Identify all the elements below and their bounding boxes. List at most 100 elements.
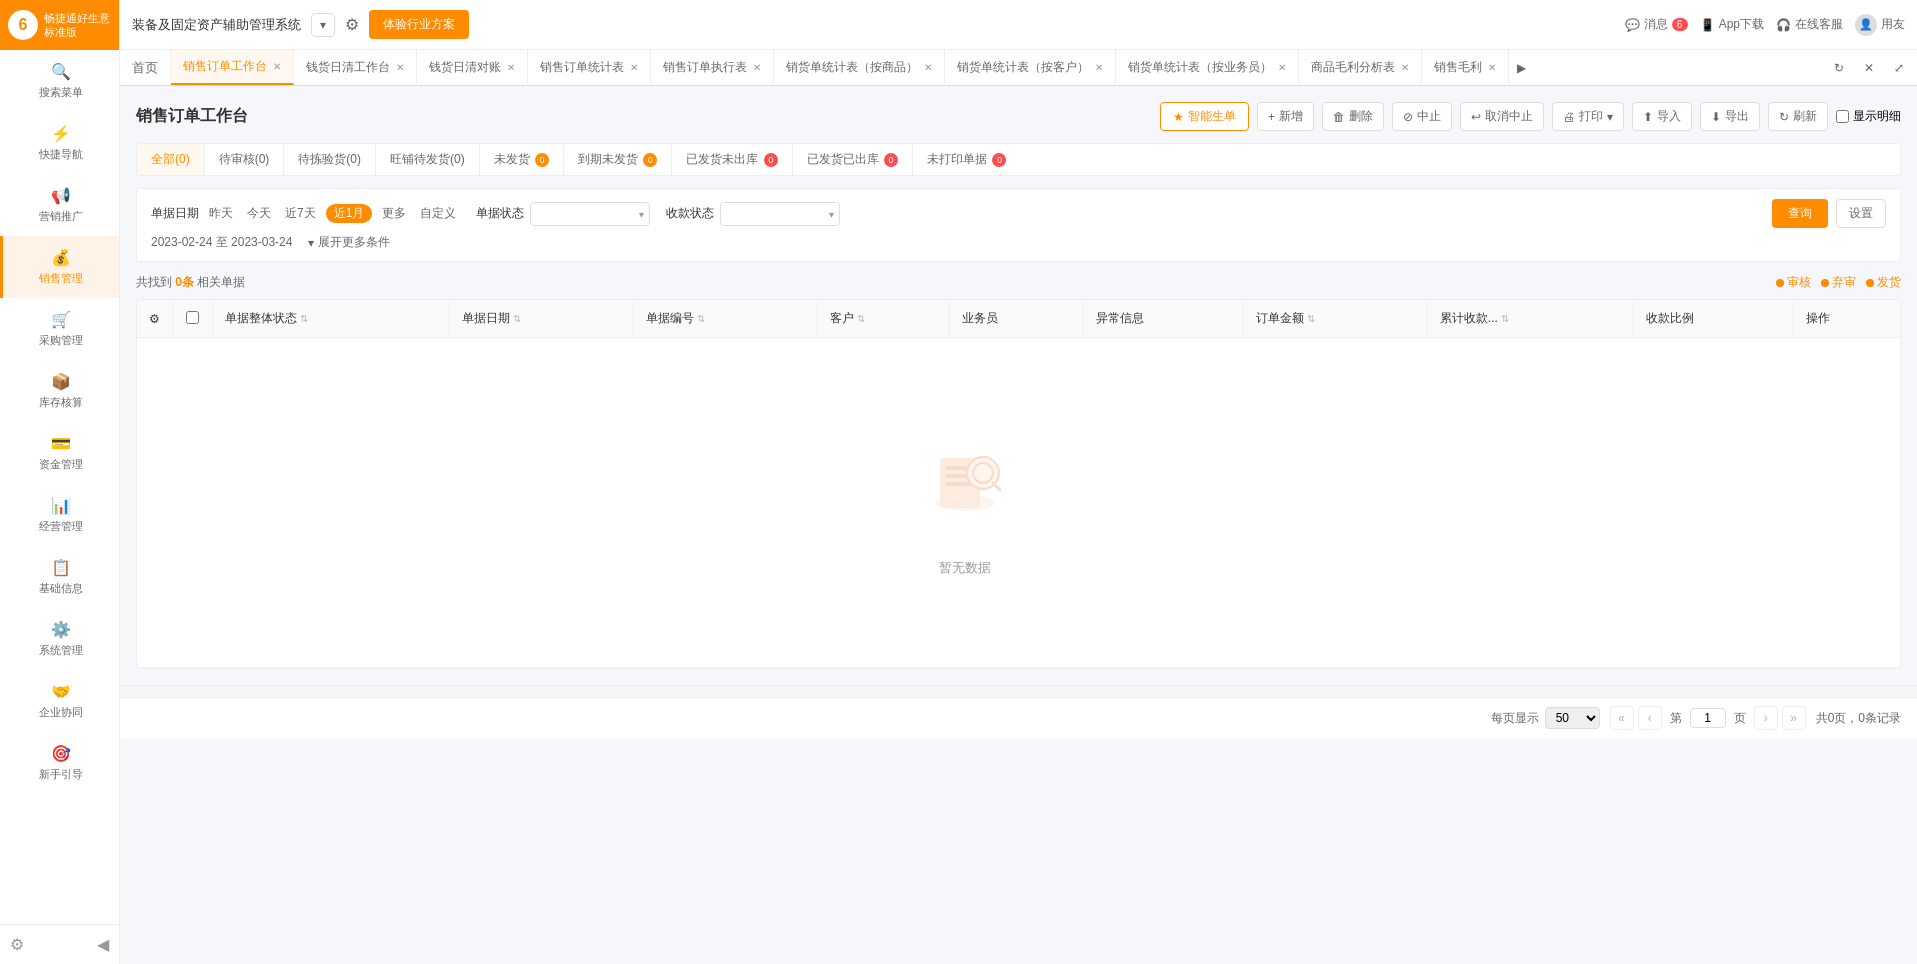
tab-refresh-btn[interactable]: ↻ — [1825, 54, 1853, 82]
date-opt-custom[interactable]: 自定义 — [416, 203, 460, 224]
import-btn[interactable]: ⬆ 导入 — [1632, 102, 1692, 131]
settings-col-icon[interactable]: ⚙ — [149, 312, 160, 326]
tab-close-by-product[interactable]: ✕ — [924, 62, 932, 73]
experience-btn[interactable]: 体验行业方案 — [369, 10, 469, 39]
tab-cash-reconcile[interactable]: 钱货日清对账 ✕ — [417, 50, 528, 85]
sidebar-item-basic-info[interactable]: 📋 基础信息 — [0, 546, 119, 608]
message-action[interactable]: 💬 消息 6 — [1625, 16, 1688, 33]
cancel-stop-btn[interactable]: ↩ 取消中止 — [1460, 102, 1544, 131]
tab-close-sales-order[interactable]: ✕ — [273, 61, 281, 72]
tab-close-sales-exec[interactable]: ✕ — [753, 62, 761, 73]
date-opt-today[interactable]: 今天 — [243, 203, 275, 224]
expand-filter-btn[interactable]: ▾ 展开更多条件 — [308, 234, 390, 251]
tab-cash-daily[interactable]: 钱货日清工作台 ✕ — [294, 50, 417, 85]
export-btn[interactable]: ⬇ 导出 — [1700, 102, 1760, 131]
show-detail-checkbox-wrapper[interactable]: 显示明细 — [1836, 108, 1901, 125]
tab-close-sales-stats[interactable]: ✕ — [630, 62, 638, 73]
refresh-btn[interactable]: ↻ 刷新 — [1768, 102, 1828, 131]
sidebar-item-quick-nav[interactable]: ⚡ 快捷导航 — [0, 112, 119, 174]
stop-btn[interactable]: ⊘ 中止 — [1392, 102, 1452, 131]
prev-page-btn[interactable]: ‹ — [1638, 706, 1662, 730]
sort-number[interactable]: 单据编号 ⇅ — [646, 310, 805, 327]
sort-customer[interactable]: 客户 ⇅ — [830, 310, 937, 327]
sort-date[interactable]: 单据日期 ⇅ — [462, 310, 621, 327]
sidebar-item-search[interactable]: 🔍 搜索菜单 — [0, 50, 119, 112]
horizontal-scrollbar[interactable] — [120, 685, 1917, 697]
tab-sales-order[interactable]: 销售订单工作台 ✕ — [171, 50, 294, 85]
tab-close-profit[interactable]: ✕ — [1401, 62, 1409, 73]
sidebar-item-finance[interactable]: 💳 资金管理 — [0, 422, 119, 484]
sub-tab-pending-review[interactable]: 待审核(0) — [205, 144, 285, 175]
next-page-btn[interactable]: › — [1754, 706, 1778, 730]
sub-tab-expired[interactable]: 到期未发货 0 — [564, 144, 672, 175]
tab-sales-by-product[interactable]: 销货单统计表（按商品） ✕ — [774, 50, 945, 85]
date-opt-1month[interactable]: 近1月 — [326, 204, 373, 223]
sidebar-item-marketing[interactable]: 📢 营销推广 — [0, 174, 119, 236]
sub-tab-wangpu[interactable]: 旺铺待发货(0) — [376, 144, 480, 175]
system-dropdown[interactable]: ▾ — [311, 13, 335, 37]
page-number-input[interactable] — [1690, 708, 1726, 728]
select-all-checkbox[interactable] — [186, 311, 199, 324]
export-label: 导出 — [1725, 108, 1749, 125]
payment-select[interactable] — [720, 202, 840, 226]
show-detail-checkbox[interactable] — [1836, 110, 1849, 123]
tab-sales-by-customer[interactable]: 销货单统计表（按客户） ✕ — [945, 50, 1116, 85]
tab-close-cash-reconcile[interactable]: ✕ — [507, 62, 515, 73]
sidebar-item-purchase[interactable]: 🛒 采购管理 — [0, 298, 119, 360]
sub-tab-shipped-out[interactable]: 已发货已出库 0 — [793, 144, 913, 175]
sort-status[interactable]: 单据整体状态 ⇅ — [225, 310, 437, 327]
date-opt-7days[interactable]: 近7天 — [281, 203, 320, 224]
sidebar-item-sales[interactable]: 💰 销售管理 — [0, 236, 119, 298]
sidebar-item-system[interactable]: ⚙️ 系统管理 — [0, 608, 119, 670]
tab-more-btn[interactable]: ▶ — [1509, 50, 1534, 85]
cancel-review-action-btn[interactable]: 弃审 — [1821, 274, 1856, 291]
tab-profit-analysis[interactable]: 商品毛利分析表 ✕ — [1299, 50, 1422, 85]
print-btn[interactable]: 🖨 打印 ▾ — [1552, 102, 1624, 131]
sort-amount[interactable]: 订单金额 ⇅ — [1256, 310, 1415, 327]
date-opt-more[interactable]: 更多 — [378, 203, 410, 224]
date-opt-yesterday[interactable]: 昨天 — [205, 203, 237, 224]
tab-close-by-customer[interactable]: ✕ — [1095, 62, 1103, 73]
sub-tab-pending-review-label: 待审核(0) — [219, 152, 270, 166]
review-action-btn[interactable]: 审核 — [1776, 274, 1811, 291]
sub-tab-shipped-not-out[interactable]: 已发货未出库 0 — [672, 144, 792, 175]
tab-by-staff-label: 销货单统计表（按业务员） — [1128, 59, 1272, 76]
tab-close-all-btn[interactable]: ✕ — [1855, 54, 1883, 82]
collapse-icon[interactable]: ◀ — [97, 935, 109, 954]
sidebar-item-cooperation[interactable]: 🤝 企业协同 — [0, 670, 119, 732]
tab-home[interactable]: 首页 — [120, 50, 171, 85]
sub-tab-pending-inspect[interactable]: 待拣验货(0) — [284, 144, 376, 175]
delete-btn[interactable]: 🗑 删除 — [1322, 102, 1384, 131]
tab-close-sales-profit[interactable]: ✕ — [1488, 62, 1496, 73]
settings-icon[interactable]: ⚙ — [10, 935, 24, 954]
tab-sales-stats[interactable]: 销售订单统计表 ✕ — [528, 50, 651, 85]
empty-text: 暂无数据 — [939, 559, 991, 577]
settings-gear-icon[interactable]: ⚙ — [345, 15, 359, 34]
last-page-btn[interactable]: » — [1782, 706, 1806, 730]
tab-expand-btn[interactable]: ⤢ — [1885, 54, 1913, 82]
add-btn[interactable]: + 新增 — [1257, 102, 1314, 131]
sub-tab-not-printed[interactable]: 未打印单据 0 — [913, 144, 1020, 175]
app-download-action[interactable]: 📱 App下载 — [1700, 16, 1764, 33]
tab-sales-profit[interactable]: 销售毛利 ✕ — [1422, 50, 1509, 85]
filter-setting-btn[interactable]: 设置 — [1836, 199, 1886, 228]
tab-sales-exec[interactable]: 销售订单执行表 ✕ — [651, 50, 774, 85]
sub-tab-not-shipped[interactable]: 未发货 0 — [480, 144, 564, 175]
user-action[interactable]: 👤 用友 — [1855, 14, 1905, 36]
ship-action-btn[interactable]: 发货 — [1866, 274, 1901, 291]
tab-close-by-staff[interactable]: ✕ — [1278, 62, 1286, 73]
first-page-btn[interactable]: « — [1610, 706, 1634, 730]
svg-rect-3 — [945, 474, 967, 478]
online-service-action[interactable]: 🎧 在线客服 — [1776, 16, 1843, 33]
sort-collected[interactable]: 累计收款... ⇅ — [1440, 310, 1621, 327]
tab-sales-by-staff[interactable]: 销货单统计表（按业务员） ✕ — [1116, 50, 1299, 85]
sidebar-item-operations[interactable]: 📊 经营管理 — [0, 484, 119, 546]
per-page-select[interactable]: 10 20 50 100 — [1545, 707, 1600, 729]
tab-close-cash-daily[interactable]: ✕ — [396, 62, 404, 73]
smart-btn[interactable]: ★ 智能生单 — [1160, 102, 1249, 131]
query-btn[interactable]: 查询 — [1772, 199, 1828, 228]
status-select[interactable] — [530, 202, 650, 226]
sub-tab-all[interactable]: 全部(0) — [137, 144, 205, 175]
sidebar-item-guide[interactable]: 🎯 新手引导 — [0, 732, 119, 794]
sidebar-item-inventory[interactable]: 📦 库存核算 — [0, 360, 119, 422]
